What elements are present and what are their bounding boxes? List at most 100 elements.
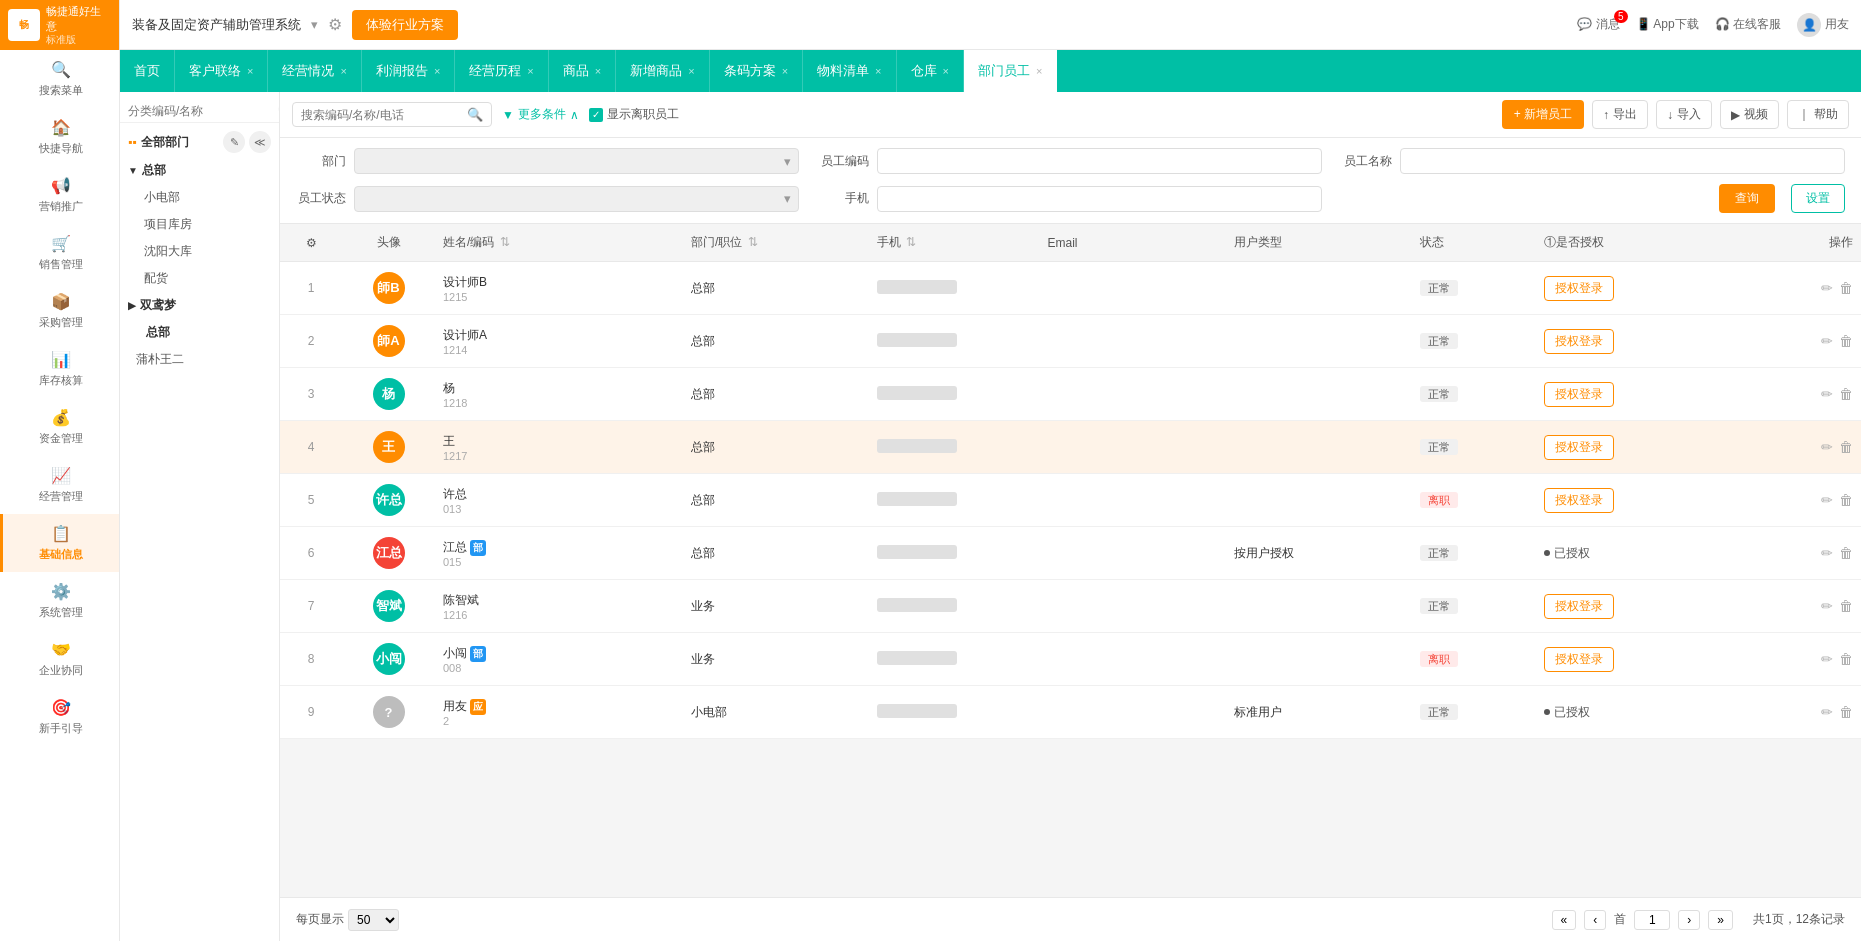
phone-sort-icon[interactable]: ⇅	[906, 235, 916, 249]
page-number-input[interactable]	[1634, 910, 1670, 930]
tab-close-icon[interactable]: ×	[434, 65, 440, 77]
edit-button[interactable]: ✏	[1821, 492, 1833, 508]
dept-sort-icon[interactable]: ⇅	[748, 235, 758, 249]
add-employee-button[interactable]: + 新增员工	[1502, 100, 1584, 129]
tab-warehouse[interactable]: 仓库 ×	[897, 50, 964, 92]
edit-button[interactable]: ✏	[1821, 545, 1833, 561]
sidebar-item-corp[interactable]: 🤝 企业协同	[0, 630, 119, 688]
grant-login-button[interactable]: 授权登录	[1544, 488, 1614, 513]
user-menu-button[interactable]: 👤 用友	[1797, 13, 1849, 37]
emp-code-input[interactable]	[877, 148, 1322, 174]
emp-name-input[interactable]	[1400, 148, 1845, 174]
dept-group-zongbu2[interactable]: 总部	[120, 319, 279, 346]
tab-close-icon[interactable]: ×	[782, 65, 788, 77]
dept-item-xiaodianbu[interactable]: 小电部	[128, 184, 279, 211]
tab-close-icon[interactable]: ×	[340, 65, 346, 77]
tab-close-icon[interactable]: ×	[247, 65, 253, 77]
settings-col-icon[interactable]: ⚙	[306, 236, 317, 250]
edit-button[interactable]: ✏	[1821, 704, 1833, 720]
tab-bom[interactable]: 物料清单 ×	[803, 50, 896, 92]
last-page-button[interactable]: »	[1708, 910, 1733, 930]
grant-login-button[interactable]: 授权登录	[1544, 594, 1614, 619]
sidebar-item-search-menu[interactable]: 🔍 搜索菜单	[0, 50, 119, 108]
view-button[interactable]: ▶ 视频	[1720, 100, 1779, 129]
edit-button[interactable]: ✏	[1821, 598, 1833, 614]
sidebar-item-inventory[interactable]: 📊 库存核算	[0, 340, 119, 398]
tab-close-icon[interactable]: ×	[595, 65, 601, 77]
edit-button[interactable]: ✏	[1821, 439, 1833, 455]
grant-login-button[interactable]: 授权登录	[1544, 329, 1614, 354]
edit-button[interactable]: ✏	[1821, 651, 1833, 667]
tab-customers[interactable]: 客户联络 ×	[175, 50, 268, 92]
help-button[interactable]: ｜ 帮助	[1787, 100, 1849, 129]
online-service-button[interactable]: 🎧 在线客服	[1715, 16, 1781, 33]
dept-item-peihuo[interactable]: 配货	[128, 265, 279, 292]
query-button[interactable]: 查询	[1719, 184, 1775, 213]
app-download-button[interactable]: 📱 App下载	[1636, 16, 1699, 33]
next-page-button[interactable]: ›	[1678, 910, 1700, 930]
tab-goods[interactable]: 商品 ×	[549, 50, 616, 92]
edit-button[interactable]: ✏	[1821, 333, 1833, 349]
sidebar-item-basic-info[interactable]: 📋 基础信息	[0, 514, 119, 572]
delete-button[interactable]: 🗑	[1839, 704, 1853, 720]
dept-item-xiangmu[interactable]: 项目库房	[128, 211, 279, 238]
tab-close-icon[interactable]: ×	[688, 65, 694, 77]
tab-dept-employee[interactable]: 部门员工 ×	[964, 50, 1057, 92]
tab-close-icon[interactable]: ×	[875, 65, 881, 77]
dept-select[interactable]	[354, 148, 799, 174]
dept-add-icon[interactable]: ✎	[223, 131, 245, 153]
page-size-select[interactable]: 50 100	[348, 909, 399, 931]
tab-close-icon[interactable]: ×	[527, 65, 533, 77]
tab-profit-report[interactable]: 利润报告 ×	[362, 50, 455, 92]
tab-home[interactable]: 首页	[120, 50, 175, 92]
tab-operations-status[interactable]: 经营情况 ×	[268, 50, 361, 92]
delete-button[interactable]: 🗑	[1839, 386, 1853, 402]
dept-group-shuangyuanmeng[interactable]: ▶ 双鸢梦	[120, 292, 279, 319]
grant-login-button[interactable]: 授权登录	[1544, 647, 1614, 672]
delete-button[interactable]: 🗑	[1839, 651, 1853, 667]
delete-button[interactable]: 🗑	[1839, 598, 1853, 614]
tab-operations-history[interactable]: 经营历程 ×	[455, 50, 548, 92]
topbar-dropdown-icon[interactable]: ▾	[311, 17, 318, 32]
edit-button[interactable]: ✏	[1821, 280, 1833, 296]
export-button[interactable]: ↑ 导出	[1592, 100, 1648, 129]
dept-group-zongbu[interactable]: ▼ 总部	[120, 157, 279, 184]
dept-item-shenyang[interactable]: 沈阳大库	[128, 238, 279, 265]
all-dept-label[interactable]: ▪▪ 全部部门	[128, 134, 189, 151]
dept-search-input[interactable]	[128, 104, 278, 118]
tab-barcode[interactable]: 条码方案 ×	[710, 50, 803, 92]
emp-status-select[interactable]	[354, 186, 799, 212]
tab-new-goods[interactable]: 新增商品 ×	[616, 50, 709, 92]
first-page-button[interactable]: «	[1552, 910, 1577, 930]
employee-search-input[interactable]	[301, 108, 461, 122]
settings-button[interactable]: 设置	[1791, 184, 1845, 213]
sidebar-item-sales[interactable]: 🛒 销售管理	[0, 224, 119, 282]
delete-button[interactable]: 🗑	[1839, 492, 1853, 508]
delete-button[interactable]: 🗑	[1839, 439, 1853, 455]
grant-login-button[interactable]: 授权登录	[1544, 276, 1614, 301]
phone-input[interactable]	[877, 186, 1322, 212]
edit-button[interactable]: ✏	[1821, 386, 1833, 402]
sidebar-item-system[interactable]: ⚙️ 系统管理	[0, 572, 119, 630]
prev-page-button[interactable]: ‹	[1584, 910, 1606, 930]
message-button[interactable]: 💬 5 消息	[1577, 16, 1619, 33]
sidebar-item-purchase[interactable]: 📦 采购管理	[0, 282, 119, 340]
settings-gear-icon[interactable]: ⚙	[328, 15, 342, 34]
more-conditions-button[interactable]: ▼ 更多条件 ∧	[502, 106, 579, 123]
delete-button[interactable]: 🗑	[1839, 280, 1853, 296]
import-button[interactable]: ↓ 导入	[1656, 100, 1712, 129]
delete-button[interactable]: 🗑	[1839, 545, 1853, 561]
grant-login-button[interactable]: 授权登录	[1544, 435, 1614, 460]
show-resigned-checkbox[interactable]: ✓ 显示离职员工	[589, 106, 679, 123]
sidebar-item-finance[interactable]: 💰 资金管理	[0, 398, 119, 456]
tab-close-icon[interactable]: ×	[943, 65, 949, 77]
delete-button[interactable]: 🗑	[1839, 333, 1853, 349]
dept-item-puputu[interactable]: 蒲朴王二	[120, 346, 279, 373]
tab-close-active-icon[interactable]: ×	[1036, 65, 1042, 77]
sidebar-item-marketing[interactable]: 📢 营销推广	[0, 166, 119, 224]
name-sort-icon[interactable]: ⇅	[500, 235, 510, 249]
try-solution-button[interactable]: 体验行业方案	[352, 10, 458, 40]
sidebar-item-guide[interactable]: 🎯 新手引导	[0, 688, 119, 746]
sidebar-item-quick-nav[interactable]: 🏠 快捷导航	[0, 108, 119, 166]
grant-login-button[interactable]: 授权登录	[1544, 382, 1614, 407]
